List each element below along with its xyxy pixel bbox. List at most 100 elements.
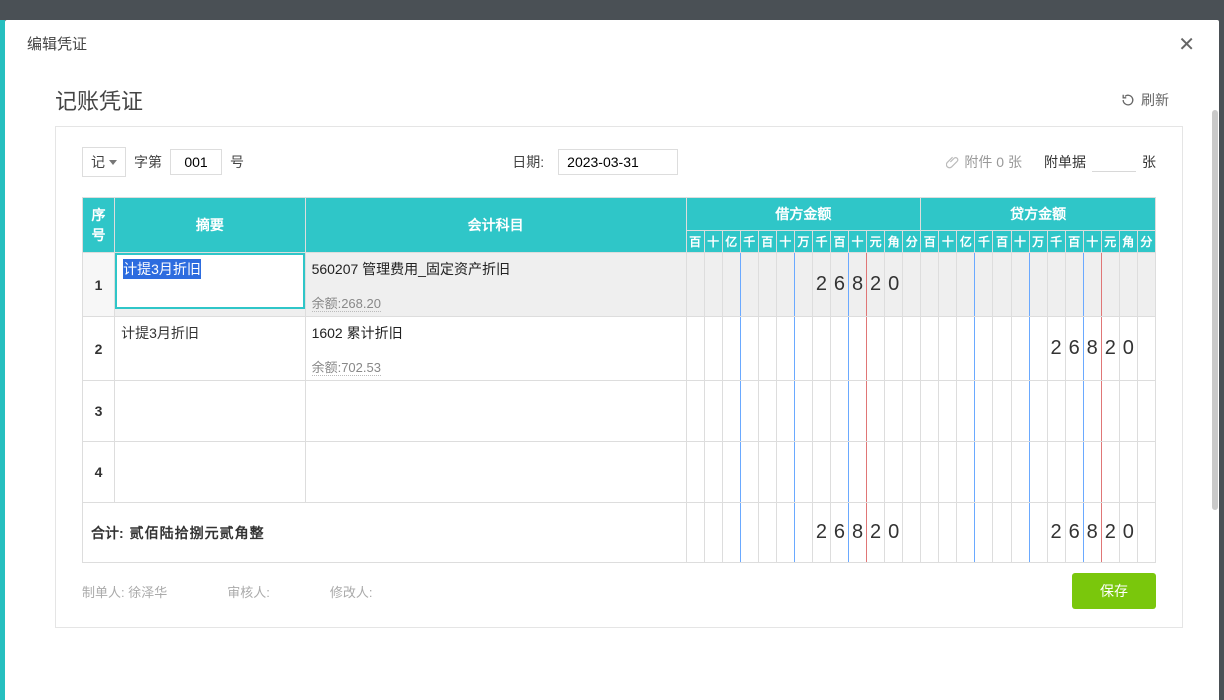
account-cell[interactable] [305,381,686,442]
credit-digit[interactable] [957,442,975,503]
credit-digit[interactable] [1119,253,1137,317]
voucher-number-input[interactable] [170,149,222,175]
debit-digit[interactable] [722,317,740,381]
credit-digit[interactable] [1101,442,1119,503]
voucher-date-input[interactable] [558,149,678,175]
debit-digit[interactable]: 2 [812,253,830,317]
credit-digit[interactable] [975,442,993,503]
debit-digit[interactable] [794,381,812,442]
debit-digit[interactable] [830,442,848,503]
credit-digit[interactable] [1029,381,1047,442]
debit-digit[interactable] [758,317,776,381]
credit-digit[interactable] [939,253,957,317]
credit-digit[interactable] [1065,381,1083,442]
debit-digit[interactable] [686,253,704,317]
debit-digit[interactable] [867,317,885,381]
debit-digit[interactable] [903,442,921,503]
credit-digit[interactable] [1065,253,1083,317]
debit-digit[interactable] [776,381,794,442]
summary-cell[interactable] [115,442,306,503]
credit-digit[interactable] [1101,253,1119,317]
credit-digit[interactable] [975,317,993,381]
credit-digit[interactable] [1137,253,1155,317]
debit-digit[interactable] [867,381,885,442]
debit-digit[interactable] [849,442,867,503]
credit-digit[interactable] [993,253,1011,317]
debit-digit[interactable] [885,381,903,442]
debit-digit[interactable] [776,317,794,381]
credit-digit[interactable]: 8 [1083,317,1101,381]
debit-digit[interactable] [722,442,740,503]
debit-digit[interactable] [686,317,704,381]
debit-digit[interactable] [776,253,794,317]
attach-list-input[interactable] [1092,152,1136,172]
debit-digit[interactable] [885,442,903,503]
credit-digit[interactable] [957,253,975,317]
debit-digit[interactable]: 6 [830,253,848,317]
credit-digit[interactable] [1011,381,1029,442]
account-cell[interactable]: 1602 累计折旧余额:702.53 [305,317,686,381]
credit-digit[interactable]: 6 [1065,317,1083,381]
credit-digit[interactable] [1011,317,1029,381]
credit-digit[interactable] [957,317,975,381]
credit-digit[interactable] [1119,381,1137,442]
credit-digit[interactable] [1029,442,1047,503]
summary-cell[interactable]: 计提3月折旧 [115,317,306,381]
debit-digit[interactable] [794,253,812,317]
close-icon[interactable]: ✕ [1172,16,1201,74]
debit-digit[interactable] [704,381,722,442]
credit-digit[interactable] [1029,253,1047,317]
account-cell[interactable] [305,442,686,503]
debit-digit[interactable] [830,381,848,442]
credit-digit[interactable] [921,317,939,381]
debit-digit[interactable] [885,317,903,381]
credit-digit[interactable] [1083,442,1101,503]
debit-digit[interactable] [758,442,776,503]
credit-digit[interactable]: 2 [1101,317,1119,381]
credit-digit[interactable] [921,442,939,503]
credit-digit[interactable] [939,317,957,381]
credit-digit[interactable]: 2 [1047,317,1065,381]
account-cell[interactable]: 560207 管理费用_固定资产折旧余额:268.20 [305,253,686,317]
debit-digit[interactable] [812,442,830,503]
scrollbar-thumb[interactable] [1212,110,1218,510]
credit-digit[interactable] [1137,442,1155,503]
credit-digit[interactable] [1083,381,1101,442]
debit-digit[interactable] [740,381,758,442]
debit-digit[interactable] [704,442,722,503]
debit-digit[interactable] [903,381,921,442]
credit-digit[interactable] [921,253,939,317]
debit-digit[interactable] [849,381,867,442]
debit-digit[interactable] [830,317,848,381]
debit-digit[interactable] [686,442,704,503]
summary-input[interactable] [115,253,305,309]
debit-digit[interactable] [740,253,758,317]
debit-digit[interactable]: 0 [885,253,903,317]
credit-digit[interactable] [1011,253,1029,317]
debit-digit[interactable] [740,317,758,381]
debit-digit[interactable]: 8 [849,253,867,317]
credit-digit[interactable] [993,317,1011,381]
refresh-button[interactable]: 刷新 [1121,90,1169,110]
debit-digit[interactable]: 2 [867,253,885,317]
credit-digit[interactable] [993,442,1011,503]
debit-digit[interactable] [740,442,758,503]
credit-digit[interactable] [1047,381,1065,442]
debit-digit[interactable] [903,317,921,381]
debit-digit[interactable] [758,253,776,317]
credit-digit[interactable] [957,381,975,442]
summary-cell[interactable] [115,253,306,317]
save-button[interactable]: 保存 [1072,573,1156,609]
debit-digit[interactable] [794,317,812,381]
voucher-word-select[interactable]: 记 [82,147,126,177]
debit-digit[interactable] [722,253,740,317]
credit-digit[interactable] [1065,442,1083,503]
debit-digit[interactable] [776,442,794,503]
credit-digit[interactable] [1101,381,1119,442]
scrollbar[interactable] [1211,110,1219,630]
credit-digit[interactable]: 0 [1119,317,1137,381]
credit-digit[interactable] [1029,317,1047,381]
credit-digit[interactable] [1119,442,1137,503]
credit-digit[interactable] [975,381,993,442]
debit-digit[interactable] [812,381,830,442]
